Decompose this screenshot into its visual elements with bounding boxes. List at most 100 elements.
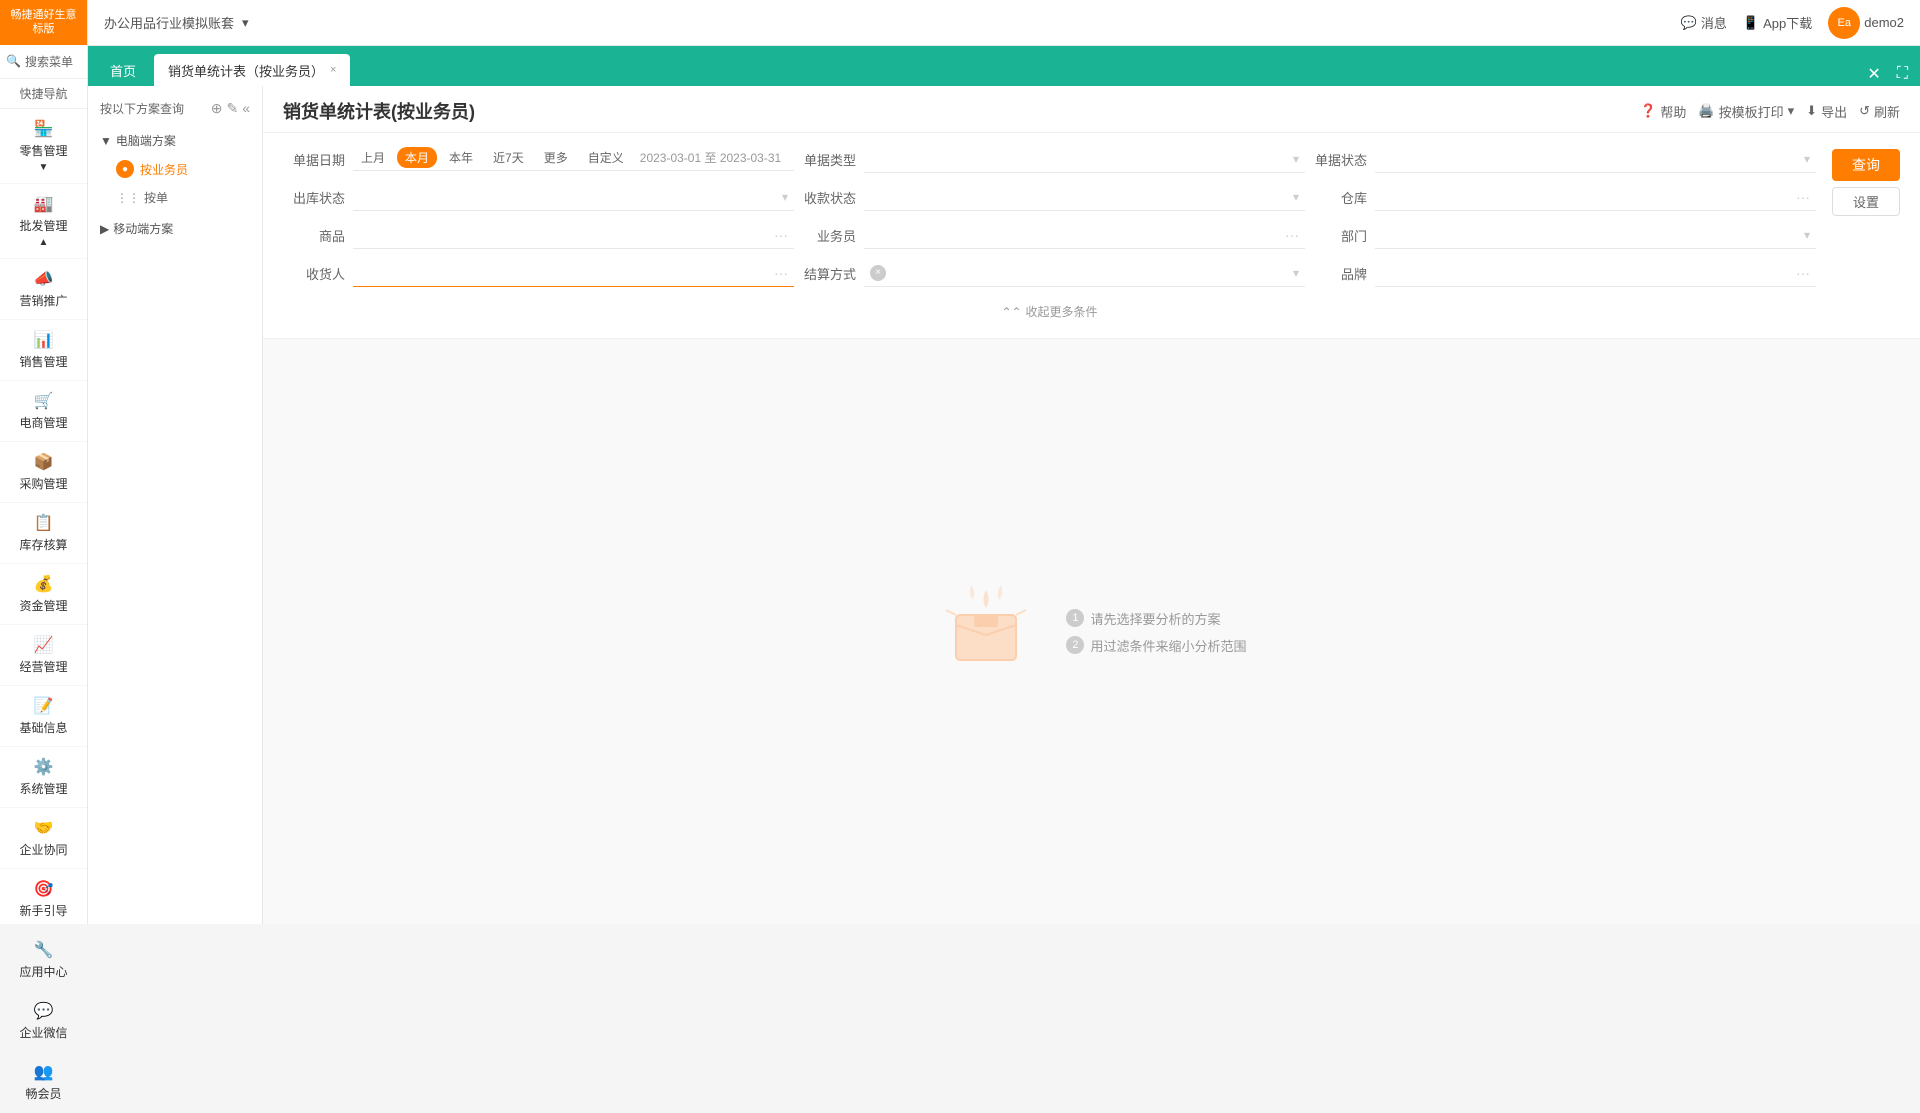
outstatus-control[interactable]: ▾ (353, 183, 794, 211)
brand-control[interactable]: ··· (1375, 259, 1816, 287)
newbie-icon: 🎯 (34, 879, 54, 899)
scheme-item-salesperson[interactable]: ● 按业务员 (88, 154, 262, 184)
sidebar-item-purchase[interactable]: 📦 采购管理 (0, 442, 87, 503)
brand-label: 品牌 (1305, 264, 1375, 283)
tab-close-icon[interactable]: × (330, 64, 336, 76)
shortcut-label: 快捷导航 (19, 85, 67, 102)
tab-close-window-button[interactable]: ✕ (1863, 62, 1884, 86)
date-tab-custom[interactable]: 自定义 (580, 147, 632, 168)
date-tab-thismonth[interactable]: 本月 (397, 147, 437, 168)
sidebar-label-member: 畅会员 (25, 1085, 61, 1102)
dept-control[interactable]: ▾ (1375, 221, 1816, 249)
sidebar-item-newbie[interactable]: 🎯 新手引导 (0, 869, 87, 930)
breadcrumb-text: 办公用品行业模拟账套 (104, 13, 234, 32)
tab-bar: 首页 销货单统计表（按业务员） × ✕ ⛶ (88, 46, 1920, 86)
date-tab-thisyear[interactable]: 本年 (441, 147, 481, 168)
collapse-conditions-button[interactable]: ⌃⌃ 收起更多条件 (283, 297, 1816, 326)
date-tab-lastmonth[interactable]: 上月 (353, 147, 393, 168)
sidebar-item-system[interactable]: ⚙️ 系统管理 (0, 747, 87, 808)
sidebar-item-wholesale[interactable]: 🏭 批发管理 ▲ (0, 184, 87, 259)
collapse-panel-button[interactable]: « (242, 100, 250, 117)
scheme-sub-item[interactable]: ⋮⋮ 按单 (88, 184, 262, 211)
doctype-control[interactable]: ▾ (864, 145, 1305, 173)
topbar: 办公用品行业模拟账套 ▾ 💬 消息 📱 App下载 Ea demo2 (88, 0, 1920, 46)
doctype-label: 单据类型 (794, 150, 864, 169)
warehouse-control[interactable]: ··· (1375, 183, 1816, 211)
sidebar-item-sales[interactable]: 📊 销售管理 (0, 320, 87, 381)
breadcrumb-dropdown-icon[interactable]: ▾ (242, 15, 249, 31)
logo-subtext: 标版 (33, 22, 55, 36)
docstatus-control[interactable]: ▾ (1375, 145, 1816, 173)
print-button[interactable]: 🖨️ 按模板打印 ▾ (1698, 102, 1794, 121)
avatar: Ea (1828, 7, 1860, 39)
tab-controls: ✕ ⛶ (1863, 62, 1912, 86)
tab-home[interactable]: 首页 (96, 54, 150, 86)
sidebar-item-marketing[interactable]: 📣 营销推广 (0, 259, 87, 320)
sidebar-item-basic[interactable]: 📝 基础信息 (0, 686, 87, 747)
sidebar-item-operation[interactable]: 📈 经营管理 (0, 625, 87, 686)
consignee-control[interactable]: ··· (353, 259, 794, 287)
warehouse-dots: ··· (1796, 189, 1810, 205)
setting-button[interactable]: 设置 (1832, 187, 1900, 216)
date-tab-more[interactable]: 更多 (536, 147, 576, 168)
collapse-up-icon: ⌃⌃ (1001, 305, 1021, 319)
main-area: 办公用品行业模拟账套 ▾ 💬 消息 📱 App下载 Ea demo2 首页 (88, 0, 1920, 924)
system-icon: ⚙️ (34, 757, 54, 777)
sidebar-item-finance[interactable]: 💰 资金管理 (0, 564, 87, 625)
left-panel-title: 按以下方案查询 (100, 100, 184, 117)
sidebar-item-apps[interactable]: 🔧 应用中心 (0, 930, 87, 991)
empty-content: 1 请先选择要分析的方案 2 用过滤条件来缩小分析范围 (936, 580, 1246, 683)
page-actions: ❓ 帮助 🖨️ 按模板打印 ▾ ⬇ 导出 ↺ 刷新 (1640, 102, 1900, 121)
topbar-left: 办公用品行业模拟账套 ▾ (104, 13, 249, 32)
message-label: 消息 (1701, 13, 1727, 32)
date-tab-7days[interactable]: 近7天 (485, 147, 532, 168)
logo-text: 畅捷通好生意 (11, 8, 77, 22)
sidebar-shortcut[interactable]: 快捷导航 (0, 79, 87, 109)
edit-scheme-button[interactable]: ✎ (226, 100, 238, 117)
message-button[interactable]: 💬 消息 (1681, 13, 1727, 32)
sidebar-label-sales: 销售管理 (19, 353, 67, 370)
tab-sales-statistics[interactable]: 销货单统计表（按业务员） × (154, 54, 350, 86)
refresh-button[interactable]: ↺ 刷新 (1859, 102, 1900, 121)
wholesale-icon: 🏭 (34, 194, 54, 214)
sidebar: 畅捷通好生意 标版 🔍 搜索菜单 快捷导航 🏪 零售管理 ▼ 🏭 批发管理 ▲ … (0, 0, 88, 924)
tab-maximize-button[interactable]: ⛶ (1893, 63, 1912, 85)
filter-row-1: 单据日期 上月 本月 本年 近7天 更多 自定义 (283, 145, 1816, 173)
empty-tips: 1 请先选择要分析的方案 2 用过滤条件来缩小分析范围 (1066, 609, 1246, 655)
help-button[interactable]: ❓ 帮助 (1640, 102, 1686, 121)
settlement-control[interactable]: × ▾ (864, 259, 1305, 287)
export-button[interactable]: ⬇ 导出 (1806, 102, 1847, 121)
filter-item-brand: 品牌 ··· (1305, 259, 1816, 287)
coop-icon: 🤝 (34, 818, 54, 838)
query-button[interactable]: 查询 (1832, 149, 1900, 181)
doctype-arrow: ▾ (1293, 152, 1299, 166)
sidebar-item-ecommerce[interactable]: 🛒 电商管理 (0, 381, 87, 442)
sidebar-item-retail[interactable]: 🏪 零售管理 ▼ (0, 109, 87, 184)
salesperson-label: 业务员 (794, 226, 864, 245)
filter-item-warehouse: 仓库 ··· (1305, 183, 1816, 211)
page-title: 销货单统计表(按业务员) (283, 98, 475, 124)
sidebar-item-member[interactable]: 👥 畅会员 (0, 1052, 87, 1113)
basic-icon: 📝 (34, 696, 54, 716)
sidebar-item-wechat[interactable]: 💬 企业微信 (0, 991, 87, 1052)
left-panel: 按以下方案查询 ⊕ ✎ « ▼ 电脑端方案 ● 按业务员 ⋮⋮ (88, 86, 263, 924)
sidebar-search[interactable]: 🔍 搜索菜单 (0, 45, 87, 79)
filter-item-salesperson: 业务员 ··· (794, 221, 1305, 249)
sidebar-label-apps: 应用中心 (19, 963, 67, 980)
add-scheme-button[interactable]: ⊕ (211, 100, 223, 117)
filter-item-consignee: 收货人 ··· (283, 259, 794, 287)
member-icon: 👥 (34, 1062, 54, 1082)
collectstatus-control[interactable]: ▾ (864, 183, 1305, 211)
product-control[interactable]: ··· (353, 221, 794, 249)
empty-tip-2: 2 用过滤条件来缩小分析范围 (1066, 636, 1246, 655)
chevron-up-icon: ▲ (39, 237, 49, 248)
pc-scheme-header[interactable]: ▼ 电脑端方案 (88, 127, 262, 154)
filter-row-2: 出库状态 ▾ 收款状态 ▾ (283, 183, 1816, 211)
app-download-button[interactable]: 📱 App下载 (1743, 13, 1812, 32)
sidebar-item-coop[interactable]: 🤝 企业协同 (0, 808, 87, 869)
sidebar-item-inventory[interactable]: 📋 库存核算 (0, 503, 87, 564)
mobile-scheme-header[interactable]: ▶ 移动端方案 (88, 215, 262, 242)
settlement-clear-button[interactable]: × (870, 265, 886, 281)
salesperson-control[interactable]: ··· (864, 221, 1305, 249)
user-avatar-area[interactable]: Ea demo2 (1828, 7, 1904, 39)
